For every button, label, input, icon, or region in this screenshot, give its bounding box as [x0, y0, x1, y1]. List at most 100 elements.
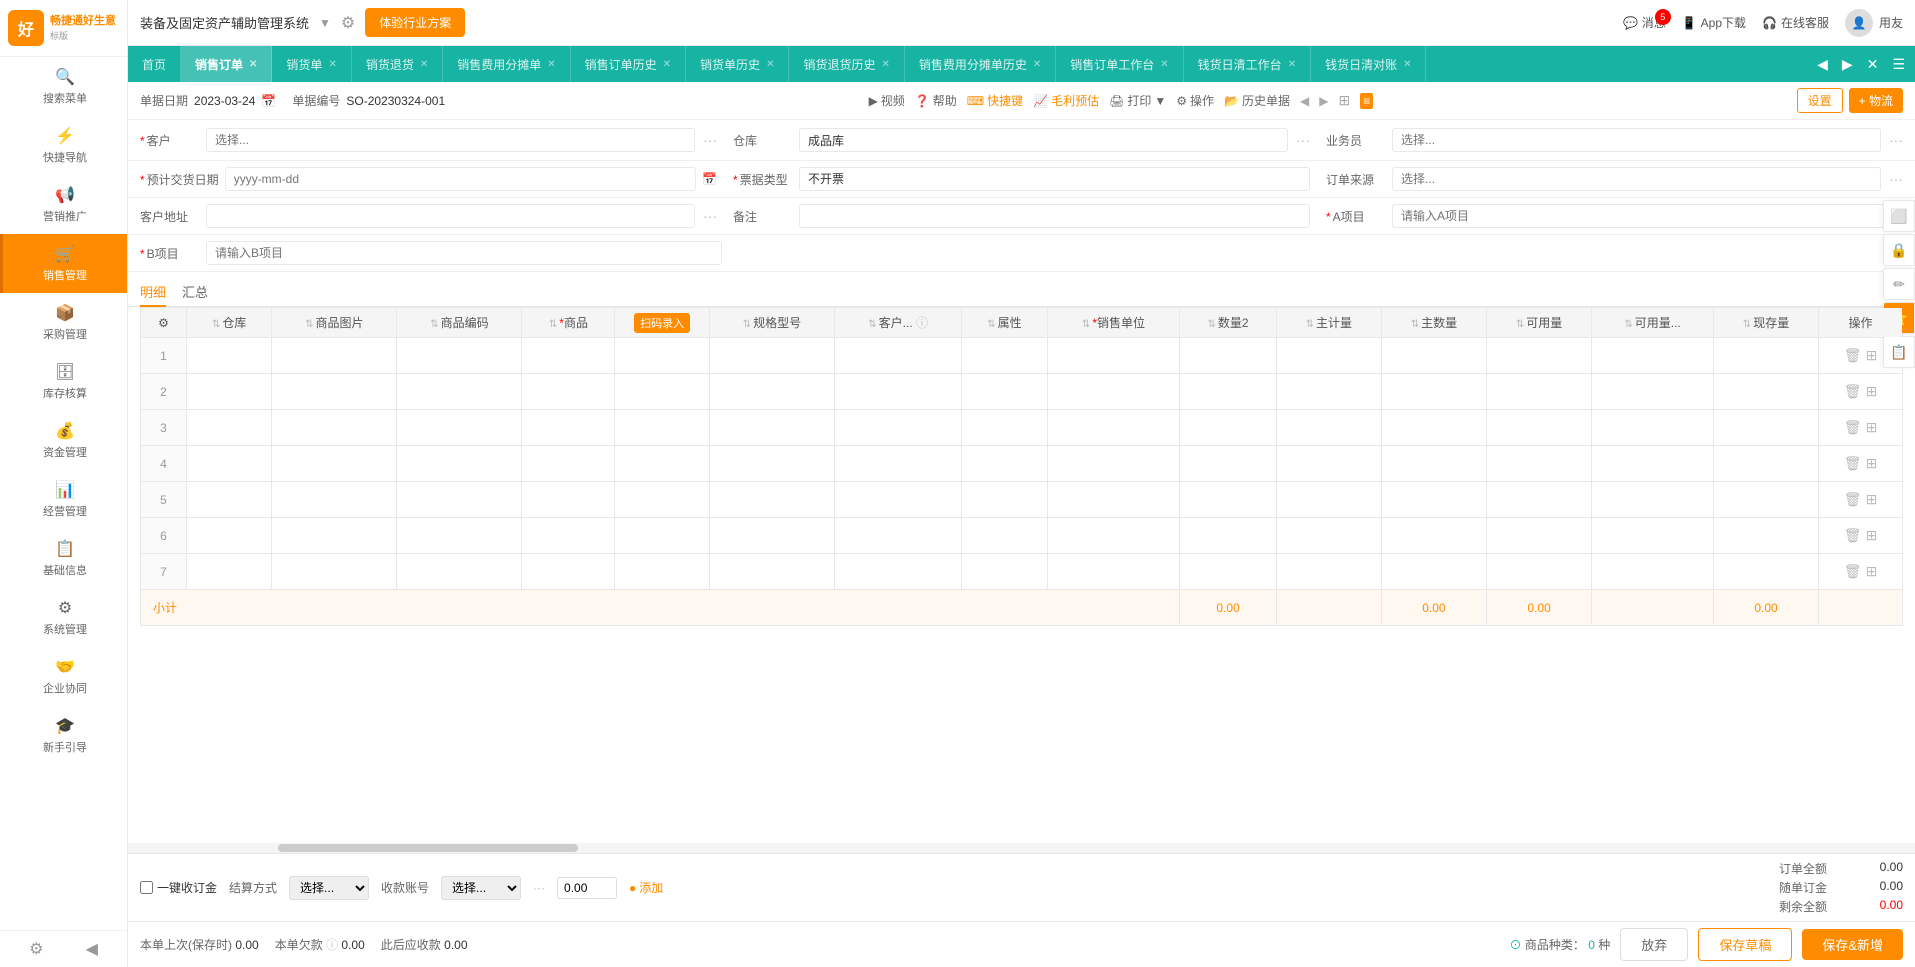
th-scan[interactable]: 扫码录入: [615, 308, 710, 338]
scan-btn[interactable]: 扫码录入: [634, 313, 690, 333]
th-product-img[interactable]: ⇅商品图片: [272, 308, 397, 338]
operation-btn[interactable]: ⚙ 操作: [1176, 92, 1214, 109]
save-new-btn[interactable]: 保存&新增: [1802, 929, 1903, 960]
tab-close-fee-history[interactable]: ✕: [1033, 59, 1041, 70]
tab-close-sales-refund[interactable]: ✕: [420, 59, 428, 70]
th-customer-code[interactable]: ⇅客户... ⓘ: [835, 308, 962, 338]
staff-more-icon[interactable]: ···: [1889, 132, 1903, 148]
row-delete-btn[interactable]: 🗑: [1844, 455, 1862, 472]
next-record-btn[interactable]: ▶: [1319, 94, 1328, 108]
scrollbar-thumb[interactable]: [278, 844, 578, 852]
tab-close-return-history[interactable]: ✕: [766, 59, 774, 70]
row-available2[interactable]: [1592, 338, 1714, 374]
tab-cashflow-daily[interactable]: 钱货日清工作台 ✕: [1184, 46, 1311, 82]
tab-sales-fee-split[interactable]: 销售费用分摊单 ✕: [443, 46, 570, 82]
system-dropdown-icon[interactable]: ▼: [319, 16, 331, 30]
sidebar-item-sales[interactable]: 🛒 销售管理: [0, 234, 127, 293]
remarks-input[interactable]: [799, 204, 1310, 228]
quick-order-checkbox[interactable]: [140, 881, 153, 894]
customer-more-icon[interactable]: ···: [703, 132, 717, 148]
collapse-icon[interactable]: ◀: [86, 939, 98, 959]
tab-prev-btn[interactable]: ◀: [1811, 56, 1834, 73]
tab-sales-order-history[interactable]: 销售订单历史 ✕: [571, 46, 686, 82]
sidebar-item-inventory[interactable]: 🗄 库存核算: [0, 352, 127, 411]
sidebar-item-quick[interactable]: ⚡ 快捷导航: [0, 116, 127, 175]
sidebar-item-purchase[interactable]: 📦 采购管理: [0, 293, 127, 352]
invoice-type-select[interactable]: 不开票 增值税专用发票 增值税普通发票: [799, 167, 1310, 191]
date-value[interactable]: 2023-03-24: [194, 94, 255, 108]
tab-close-fee-split[interactable]: ✕: [547, 59, 555, 70]
warehouse-input[interactable]: [799, 128, 1288, 152]
th-product-code[interactable]: ⇅商品编码: [397, 308, 522, 338]
save-draft-btn[interactable]: 保存草稿: [1698, 928, 1792, 961]
sidebar-item-search[interactable]: 🔍 搜索菜单: [0, 57, 127, 116]
amount-input[interactable]: [557, 877, 617, 899]
tab-sales-return-history[interactable]: 销货单历史 ✕: [686, 46, 789, 82]
row-warehouse[interactable]: [187, 338, 272, 374]
project-b-input[interactable]: [206, 241, 722, 265]
user-menu[interactable]: 👤 用友: [1845, 9, 1903, 37]
print-dropdown-icon[interactable]: ▼: [1154, 94, 1166, 108]
sidebar-item-collab[interactable]: 🤝 企业协同: [0, 647, 127, 706]
detail-tab-detail[interactable]: 明细: [140, 278, 166, 307]
th-attribute[interactable]: ⇅属性: [962, 308, 1047, 338]
sidebar-item-system[interactable]: ⚙ 系统管理: [0, 588, 127, 647]
th-product[interactable]: ⇅*商品: [522, 308, 615, 338]
order-source-input[interactable]: [1392, 167, 1881, 191]
tab-menu-btn[interactable]: ☰: [1886, 56, 1911, 73]
th-main-qty[interactable]: ⇅主数量: [1381, 308, 1486, 338]
tab-next-btn[interactable]: ▶: [1836, 56, 1859, 73]
th-current-stock[interactable]: ⇅现存量: [1713, 308, 1818, 338]
sidebar-item-basic[interactable]: 📋 基础信息: [0, 529, 127, 588]
delivery-date-input[interactable]: [225, 167, 696, 191]
app-download-btn[interactable]: 📱 App下载: [1682, 14, 1746, 31]
row-available[interactable]: [1487, 338, 1592, 374]
order-source-more-icon[interactable]: ···: [1889, 171, 1903, 187]
tab-close-cashflow-daily[interactable]: ✕: [1288, 59, 1296, 70]
tab-sales-fee-history[interactable]: 销售费用分摊单历史 ✕: [905, 46, 1056, 82]
notification-btn[interactable]: 💬 5 消息: [1623, 14, 1665, 31]
customer-address-input[interactable]: [206, 204, 695, 228]
profit-btn[interactable]: 📈 毛利预估: [1033, 92, 1099, 109]
tab-close-order-history[interactable]: ✕: [663, 59, 671, 70]
help-btn[interactable]: ❓ 帮助: [915, 92, 957, 109]
tab-sales-workbench[interactable]: 销售订单工作台 ✕: [1056, 46, 1183, 82]
th-spec[interactable]: ⇅规格型号: [709, 308, 834, 338]
grid-view-icon[interactable]: ⊞: [1338, 92, 1350, 109]
row-current-stock[interactable]: [1713, 338, 1818, 374]
payment-method-select[interactable]: 选择...: [289, 876, 369, 900]
tab-sales-return[interactable]: 销货单 ✕: [272, 46, 351, 82]
row-sales-unit[interactable]: [1047, 338, 1180, 374]
row-main-qty[interactable]: [1381, 338, 1486, 374]
tab-close-cashflow-check[interactable]: ✕: [1403, 59, 1411, 70]
discard-btn[interactable]: 放弃: [1620, 928, 1688, 961]
th-available2[interactable]: ⇅可用量...: [1592, 308, 1714, 338]
tab-cashflow-check[interactable]: 钱货日清对账 ✕: [1311, 46, 1426, 82]
shortcut-btn[interactable]: ⌨ 快捷键: [967, 92, 1023, 109]
detail-tab-summary[interactable]: 汇总: [182, 278, 208, 307]
right-panel-btn-3[interactable]: ✏: [1883, 268, 1915, 300]
row-copy-btn[interactable]: ⊞: [1866, 491, 1878, 508]
address-more-icon[interactable]: ···: [703, 208, 717, 224]
add-btn[interactable]: ● 添加: [629, 879, 663, 896]
row-spec[interactable]: [709, 338, 834, 374]
row-delete-btn[interactable]: 🗑: [1844, 563, 1862, 580]
row-product-img[interactable]: [272, 338, 397, 374]
row-delete-btn[interactable]: 🗑: [1844, 527, 1862, 544]
row-copy-btn[interactable]: ⊞: [1866, 347, 1878, 364]
list-view-icon[interactable]: ≡: [1360, 93, 1373, 109]
settings-gear-icon[interactable]: ⚙: [341, 13, 355, 33]
row-copy-btn[interactable]: ⊞: [1866, 455, 1878, 472]
staff-input[interactable]: [1392, 128, 1881, 152]
row-copy-btn[interactable]: ⊞: [1866, 527, 1878, 544]
industry-btn[interactable]: 体验行业方案: [365, 8, 465, 37]
add-goods-btn[interactable]: + 物流: [1849, 88, 1903, 113]
sidebar-item-finance[interactable]: 💰 资金管理: [0, 411, 127, 470]
row-attribute[interactable]: [962, 338, 1047, 374]
history-btn[interactable]: 📂 历史单据: [1224, 92, 1290, 109]
settings-btn[interactable]: 设置: [1797, 88, 1843, 113]
row-delete-btn[interactable]: 🗑: [1844, 491, 1862, 508]
tab-close-workbench[interactable]: ✕: [1160, 59, 1168, 70]
row-copy-btn[interactable]: ⊞: [1866, 383, 1878, 400]
calendar-icon[interactable]: 📅: [261, 94, 276, 108]
